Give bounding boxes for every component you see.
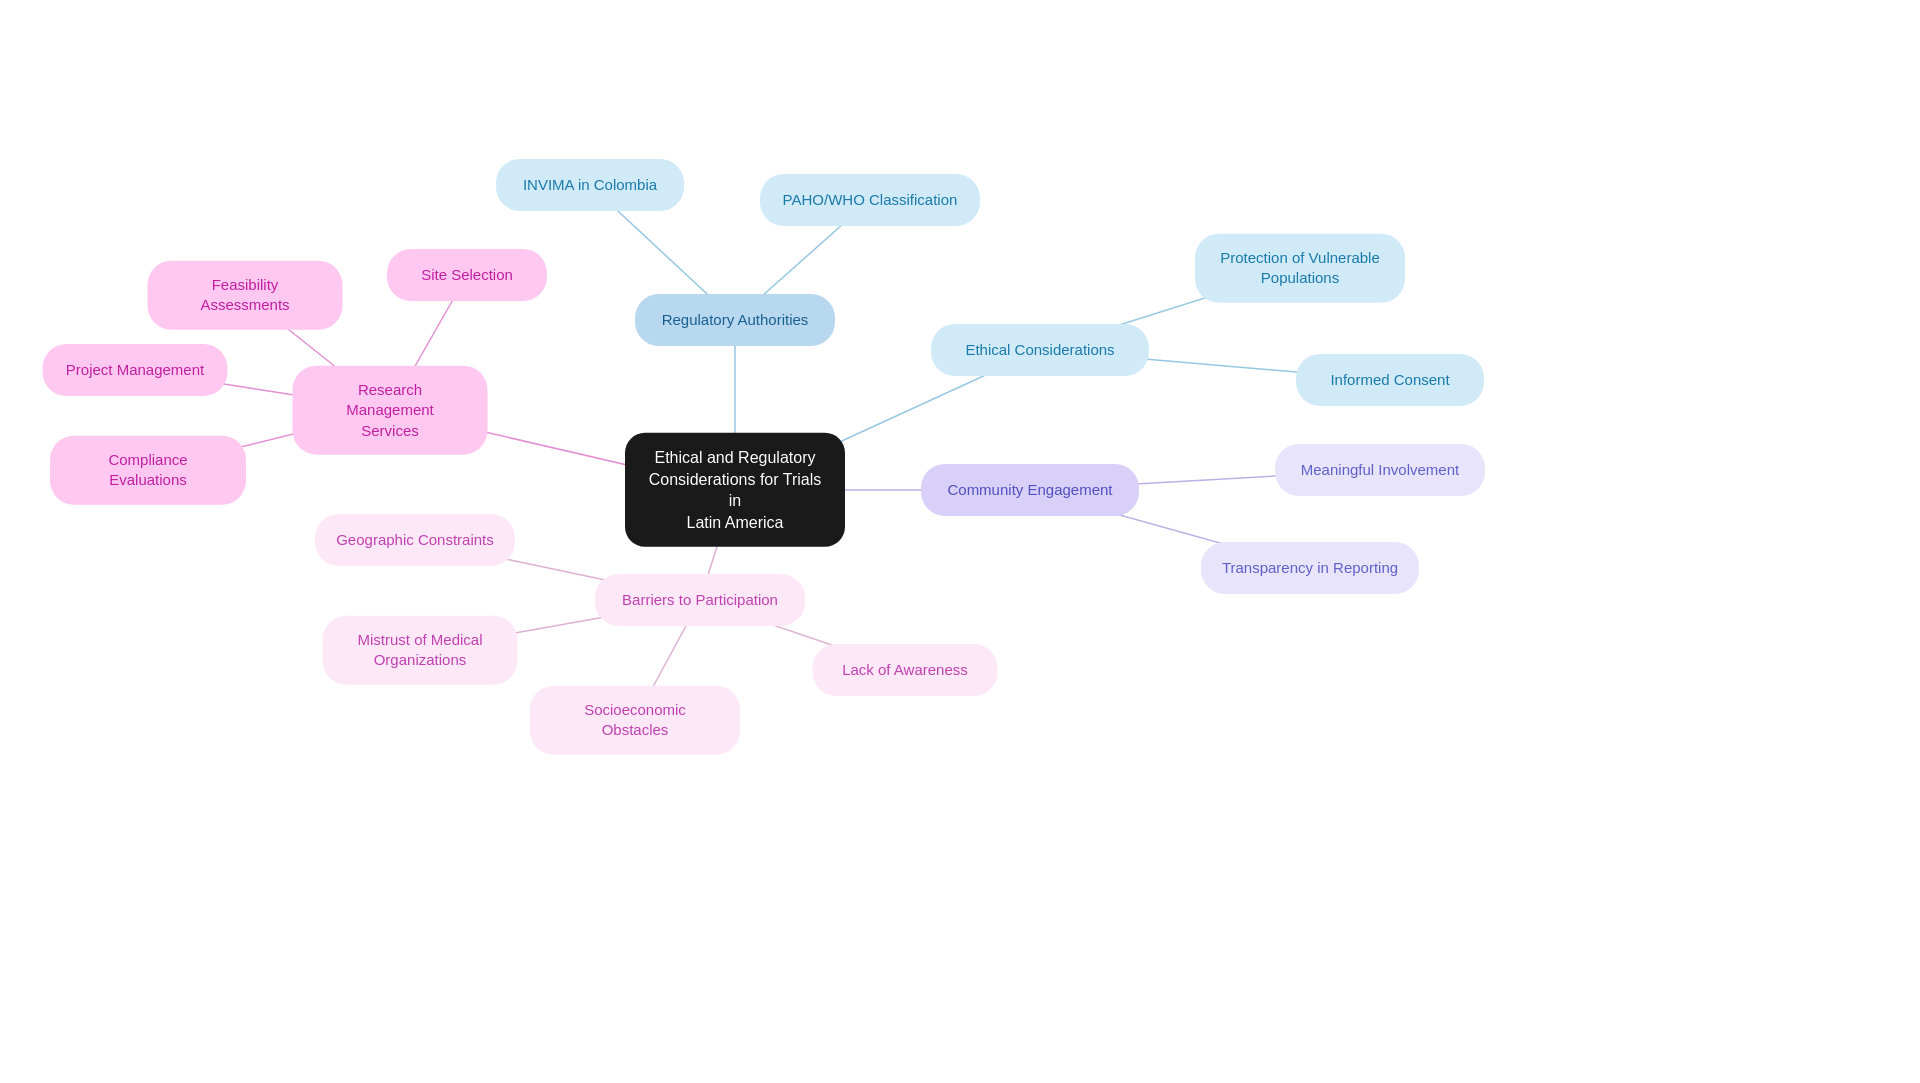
node-informed_consent[interactable]: Informed Consent [1296,354,1484,406]
mindmap-container: Ethical and Regulatory Considerations fo… [0,0,1920,1083]
node-meaningful_involvement[interactable]: Meaningful Involvement [1275,444,1485,496]
node-transparency_reporting[interactable]: Transparency in Reporting [1201,542,1419,594]
connections-svg [0,0,1920,1083]
node-center[interactable]: Ethical and Regulatory Considerations fo… [625,433,845,547]
node-project_management[interactable]: Project Management [43,344,228,396]
node-socioeconomic_obstacles[interactable]: Socioeconomic Obstacles [530,686,740,755]
node-mistrust_medical[interactable]: Mistrust of Medical Organizations [323,616,518,685]
node-compliance_evaluations[interactable]: Compliance Evaluations [50,436,246,505]
node-paho[interactable]: PAHO/WHO Classification [760,174,980,226]
node-ethical_considerations[interactable]: Ethical Considerations [931,324,1149,376]
node-invima[interactable]: INVIMA in Colombia [496,159,684,211]
node-feasibility_assessments[interactable]: Feasibility Assessments [148,261,343,330]
node-community_engagement[interactable]: Community Engagement [921,464,1139,516]
node-lack_awareness[interactable]: Lack of Awareness [813,644,998,696]
node-site_selection[interactable]: Site Selection [387,249,547,301]
node-protection_vulnerable[interactable]: Protection of Vulnerable Populations [1195,234,1405,303]
node-regulatory_authorities[interactable]: Regulatory Authorities [635,294,835,346]
node-research_management[interactable]: Research Management Services [293,366,488,455]
node-geographic_constraints[interactable]: Geographic Constraints [315,514,515,566]
node-barriers_participation[interactable]: Barriers to Participation [595,574,805,626]
